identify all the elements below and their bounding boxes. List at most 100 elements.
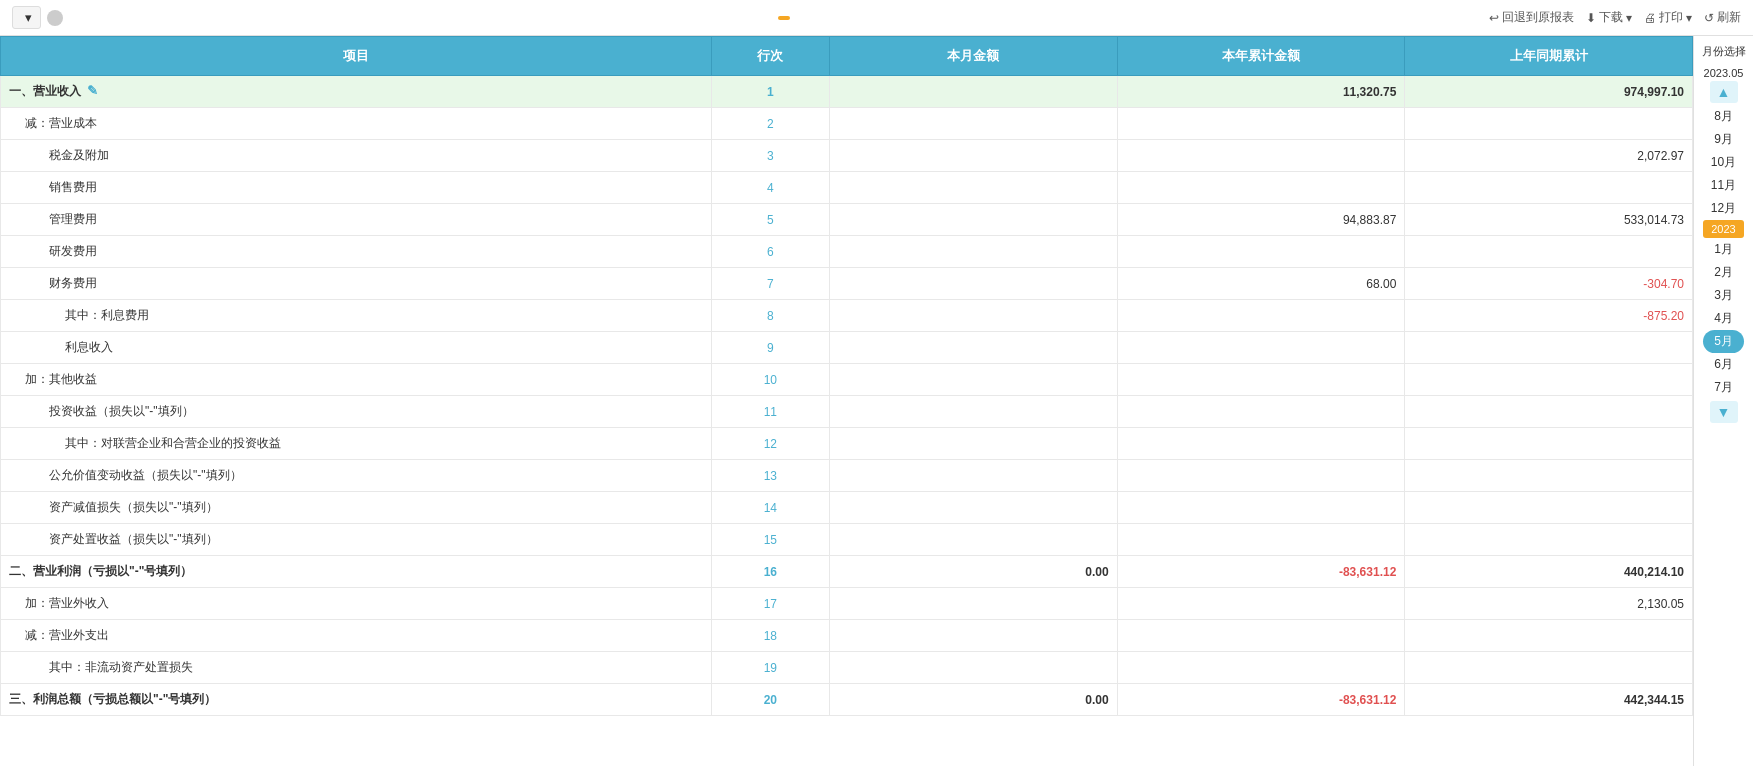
last-year-amount: [1405, 364, 1693, 396]
table-row: 减：营业成本2: [1, 108, 1693, 140]
row-number: 10: [711, 364, 829, 396]
table-row: 三、利润总额（亏损总额以"-"号填列）200.00-83,631.12442,3…: [1, 684, 1693, 716]
month-amount: [830, 236, 1118, 268]
sidebar-month-item[interactable]: 4月: [1703, 307, 1744, 330]
last-year-amount: 442,344.15: [1405, 684, 1693, 716]
table-row: 其中：对联营企业和合营企业的投资收益12: [1, 428, 1693, 460]
last-year-amount: [1405, 396, 1693, 428]
item-label: 减：营业外支出: [1, 620, 712, 652]
row-number: 17: [711, 588, 829, 620]
item-label: 资产减值损失（损失以"-"填列）: [1, 492, 712, 524]
last-year-amount: [1405, 492, 1693, 524]
item-label: 利息收入: [1, 332, 712, 364]
last-year-amount: 533,014.73: [1405, 204, 1693, 236]
table-row: 一、营业收入✎111,320.75974,997.10: [1, 76, 1693, 108]
year-total-amount: [1117, 460, 1405, 492]
month-amount: [830, 620, 1118, 652]
sidebar-month-item[interactable]: 9月: [1703, 128, 1744, 151]
item-label: 税金及附加: [1, 140, 712, 172]
sidebar-month-item[interactable]: 7月: [1703, 376, 1744, 399]
item-label: 一、营业收入✎: [1, 76, 712, 108]
year-total-amount: [1117, 524, 1405, 556]
month-amount: [830, 332, 1118, 364]
content-wrapper: 项目 行次 本月金额 本年累计金额 上年同期累计 一、营业收入✎111,320.…: [0, 36, 1753, 766]
sidebar-nav-down-btn[interactable]: ▼: [1710, 401, 1738, 423]
month-amount: [830, 588, 1118, 620]
back-to-original-btn[interactable]: ↩ 回退到原报表: [1489, 9, 1574, 26]
sidebar-month-item[interactable]: 8月: [1703, 105, 1744, 128]
row-number: 12: [711, 428, 829, 460]
help-icon[interactable]: [47, 10, 63, 26]
refresh-btn[interactable]: ↺ 刷新: [1704, 9, 1741, 26]
last-year-amount: 2,130.05: [1405, 588, 1693, 620]
month-amount: [830, 300, 1118, 332]
sidebar-month-item[interactable]: 5月: [1703, 330, 1744, 353]
year-total-amount: [1117, 108, 1405, 140]
year-total-amount: -83,631.12: [1117, 684, 1405, 716]
row-number: 14: [711, 492, 829, 524]
month-amount: 0.00: [830, 556, 1118, 588]
table-header-row: 项目 行次 本月金额 本年累计金额 上年同期累计: [1, 37, 1693, 76]
sidebar-month-item[interactable]: 2023: [1703, 220, 1744, 238]
table-row: 其中：利息费用8-875.20: [1, 300, 1693, 332]
year-total-amount: 68.00: [1117, 268, 1405, 300]
print-label: 打印: [1659, 9, 1683, 26]
table-row: 二、营业利润（亏损以"-"号填列）160.00-83,631.12440,214…: [1, 556, 1693, 588]
table-container: 项目 行次 本月金额 本年累计金额 上年同期累计 一、营业收入✎111,320.…: [0, 36, 1693, 766]
table-row: 管理费用594,883.87533,014.73: [1, 204, 1693, 236]
month-amount: [830, 172, 1118, 204]
page-wrapper: ▾ ↩ 回退到原报表 ⬇ 下载 ▾ 🖨 打印 ▾: [0, 0, 1753, 766]
month-amount: [830, 364, 1118, 396]
scope-dropdown[interactable]: ▾: [12, 6, 41, 29]
last-year-amount: [1405, 236, 1693, 268]
year-total-amount: 11,320.75: [1117, 76, 1405, 108]
last-year-amount: 2,072.97: [1405, 140, 1693, 172]
row-number: 15: [711, 524, 829, 556]
item-label: 公允价值变动收益（损失以"-"填列）: [1, 460, 712, 492]
sidebar-month-item[interactable]: 10月: [1703, 151, 1744, 174]
back-label: 回退到原报表: [1502, 9, 1574, 26]
item-label: 销售费用: [1, 172, 712, 204]
sidebar-nav-up-btn[interactable]: ▲: [1710, 81, 1738, 103]
top-bar-right: ↩ 回退到原报表 ⬇ 下载 ▾ 🖨 打印 ▾ ↺ 刷新: [1489, 9, 1741, 26]
item-label: 财务费用: [1, 268, 712, 300]
col-header-last-year: 上年同期累计: [1405, 37, 1693, 76]
year-total-amount: [1117, 364, 1405, 396]
sidebar-month-item[interactable]: 6月: [1703, 353, 1744, 376]
month-amount: [830, 268, 1118, 300]
last-year-amount: [1405, 620, 1693, 652]
top-bar-left: ▾: [12, 6, 63, 29]
table-row: 财务费用768.00-304.70: [1, 268, 1693, 300]
sidebar-month-item[interactable]: 1月: [1703, 238, 1744, 261]
row-number: 11: [711, 396, 829, 428]
month-amount: [830, 652, 1118, 684]
month-amount: [830, 492, 1118, 524]
month-amount: [830, 76, 1118, 108]
item-label: 资产处置收益（损失以"-"填列）: [1, 524, 712, 556]
year-total-amount: [1117, 588, 1405, 620]
row-number: 9: [711, 332, 829, 364]
sidebar-month-item[interactable]: 12月: [1703, 197, 1744, 220]
last-year-amount: [1405, 652, 1693, 684]
row-number: 3: [711, 140, 829, 172]
status-badge: [778, 16, 790, 20]
sidebar-month-item[interactable]: 11月: [1703, 174, 1744, 197]
sidebar-current-date: 2023.05: [1704, 67, 1744, 79]
sidebar-month-item[interactable]: 2月: [1703, 261, 1744, 284]
table-row: 加：营业外收入17 2,130.05: [1, 588, 1693, 620]
table-row: 加：其他收益10: [1, 364, 1693, 396]
item-label: 投资收益（损失以"-"填列）: [1, 396, 712, 428]
profit-table: 项目 行次 本月金额 本年累计金额 上年同期累计 一、营业收入✎111,320.…: [0, 36, 1693, 716]
sidebar-months-list: 8月9月10月11月12月20231月2月3月4月5月6月7月: [1703, 105, 1744, 399]
row-number: 8: [711, 300, 829, 332]
item-label: 加：营业外收入: [1, 588, 712, 620]
edit-icon[interactable]: ✎: [87, 83, 98, 98]
last-year-amount: [1405, 332, 1693, 364]
print-btn[interactable]: 🖨 打印 ▾: [1644, 9, 1692, 26]
sidebar-month-item[interactable]: 3月: [1703, 284, 1744, 307]
download-arrow: ▾: [1626, 11, 1632, 25]
year-total-amount: [1117, 428, 1405, 460]
back-icon: ↩: [1489, 11, 1499, 25]
download-btn[interactable]: ⬇ 下载 ▾: [1586, 9, 1632, 26]
col-header-year-total: 本年累计金额: [1117, 37, 1405, 76]
